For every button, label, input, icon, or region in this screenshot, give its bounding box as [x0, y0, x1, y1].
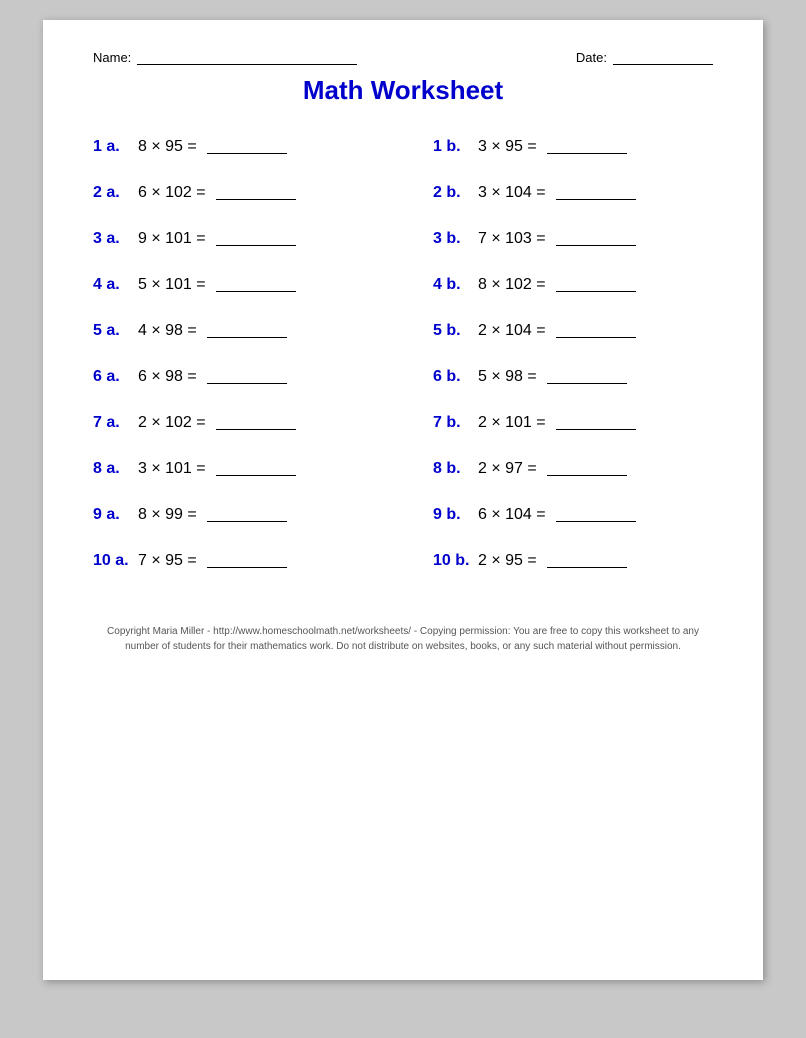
problem-expr-a: 6 × 98 = [138, 368, 287, 386]
problem-row: 3 a. 9 × 101 = [93, 216, 403, 262]
answer-line [207, 508, 287, 522]
answer-line [207, 370, 287, 384]
problem-label-b: 1 b. [433, 138, 478, 156]
answer-line [556, 278, 636, 292]
name-date-row: Name: Date: [93, 50, 713, 65]
problem-expr-a: 3 × 101 = [138, 460, 296, 478]
problem-label-a: 6 a. [93, 368, 138, 386]
problem-label-a: 1 a. [93, 138, 138, 156]
problem-expr-a: 4 × 98 = [138, 322, 287, 340]
answer-line [207, 554, 287, 568]
problem-row: 7 b. 2 × 101 = [403, 400, 713, 446]
answer-line [216, 416, 296, 430]
problem-expr-b: 2 × 101 = [478, 414, 636, 432]
answer-line [207, 140, 287, 154]
answer-line [216, 232, 296, 246]
problem-expr-a: 8 × 99 = [138, 506, 287, 524]
problem-row: 2 a. 6 × 102 = [93, 170, 403, 216]
problem-row: 6 a. 6 × 98 = [93, 354, 403, 400]
problem-row: 7 a. 2 × 102 = [93, 400, 403, 446]
footer-text: Copyright Maria Miller - http://www.home… [93, 614, 713, 654]
name-label: Name: [93, 50, 131, 65]
problem-expr-b: 2 × 97 = [478, 460, 627, 478]
answer-line [547, 554, 627, 568]
problem-label-b: 7 b. [433, 414, 478, 432]
problem-expr-b: 5 × 98 = [478, 368, 627, 386]
problems-grid: 1 a. 8 × 95 = 1 b. 3 × 95 = 2 a. 6 × 102… [93, 124, 713, 584]
problem-expr-a: 2 × 102 = [138, 414, 296, 432]
problem-row: 4 a. 5 × 101 = [93, 262, 403, 308]
date-line [613, 51, 713, 65]
name-line [137, 51, 357, 65]
problem-row: 8 a. 3 × 101 = [93, 446, 403, 492]
name-field: Name: [93, 50, 357, 65]
problem-label-b: 2 b. [433, 184, 478, 202]
problem-label-a: 9 a. [93, 506, 138, 524]
answer-line [556, 186, 636, 200]
problem-row: 1 b. 3 × 95 = [403, 124, 713, 170]
answer-line [207, 324, 287, 338]
problem-label-b: 4 b. [433, 276, 478, 294]
problem-label-b: 8 b. [433, 460, 478, 478]
answer-line [556, 508, 636, 522]
problem-expr-b: 3 × 95 = [478, 138, 627, 156]
problem-expr-a: 5 × 101 = [138, 276, 296, 294]
problem-row: 6 b. 5 × 98 = [403, 354, 713, 400]
problem-label-a: 2 a. [93, 184, 138, 202]
problem-label-a: 5 a. [93, 322, 138, 340]
answer-line [556, 324, 636, 338]
answer-line [556, 416, 636, 430]
problem-label-a: 3 a. [93, 230, 138, 248]
problem-row: 8 b. 2 × 97 = [403, 446, 713, 492]
problem-expr-a: 7 × 95 = [138, 552, 287, 570]
answer-line [547, 140, 627, 154]
problem-row: 2 b. 3 × 104 = [403, 170, 713, 216]
worksheet-page: Name: Date: Math Worksheet 1 a. 8 × 95 =… [43, 20, 763, 980]
problem-row: 9 b. 6 × 104 = [403, 492, 713, 538]
answer-line [216, 186, 296, 200]
problem-expr-b: 6 × 104 = [478, 506, 636, 524]
problem-expr-b: 7 × 103 = [478, 230, 636, 248]
problem-row: 3 b. 7 × 103 = [403, 216, 713, 262]
problem-row: 5 a. 4 × 98 = [93, 308, 403, 354]
answer-line [547, 462, 627, 476]
problem-label-a: 8 a. [93, 460, 138, 478]
problem-expr-a: 8 × 95 = [138, 138, 287, 156]
page-title: Math Worksheet [93, 75, 713, 106]
problem-label-b: 9 b. [433, 506, 478, 524]
problem-label-b: 10 b. [433, 552, 478, 570]
problem-row: 5 b. 2 × 104 = [403, 308, 713, 354]
problem-row: 9 a. 8 × 99 = [93, 492, 403, 538]
problem-row: 4 b. 8 × 102 = [403, 262, 713, 308]
problem-row: 10 a. 7 × 95 = [93, 538, 403, 584]
problem-label-b: 5 b. [433, 322, 478, 340]
problem-label-a: 7 a. [93, 414, 138, 432]
problem-expr-b: 2 × 95 = [478, 552, 627, 570]
problem-label-b: 3 b. [433, 230, 478, 248]
problem-label-b: 6 b. [433, 368, 478, 386]
problem-expr-b: 2 × 104 = [478, 322, 636, 340]
answer-line [556, 232, 636, 246]
problem-label-a: 4 a. [93, 276, 138, 294]
date-field: Date: [576, 50, 713, 65]
problem-row: 1 a. 8 × 95 = [93, 124, 403, 170]
problem-expr-b: 8 × 102 = [478, 276, 636, 294]
answer-line [547, 370, 627, 384]
date-label: Date: [576, 50, 607, 65]
problem-expr-a: 9 × 101 = [138, 230, 296, 248]
problem-expr-a: 6 × 102 = [138, 184, 296, 202]
problem-row: 10 b. 2 × 95 = [403, 538, 713, 584]
answer-line [216, 278, 296, 292]
answer-line [216, 462, 296, 476]
problem-expr-b: 3 × 104 = [478, 184, 636, 202]
problem-label-a: 10 a. [93, 552, 138, 570]
